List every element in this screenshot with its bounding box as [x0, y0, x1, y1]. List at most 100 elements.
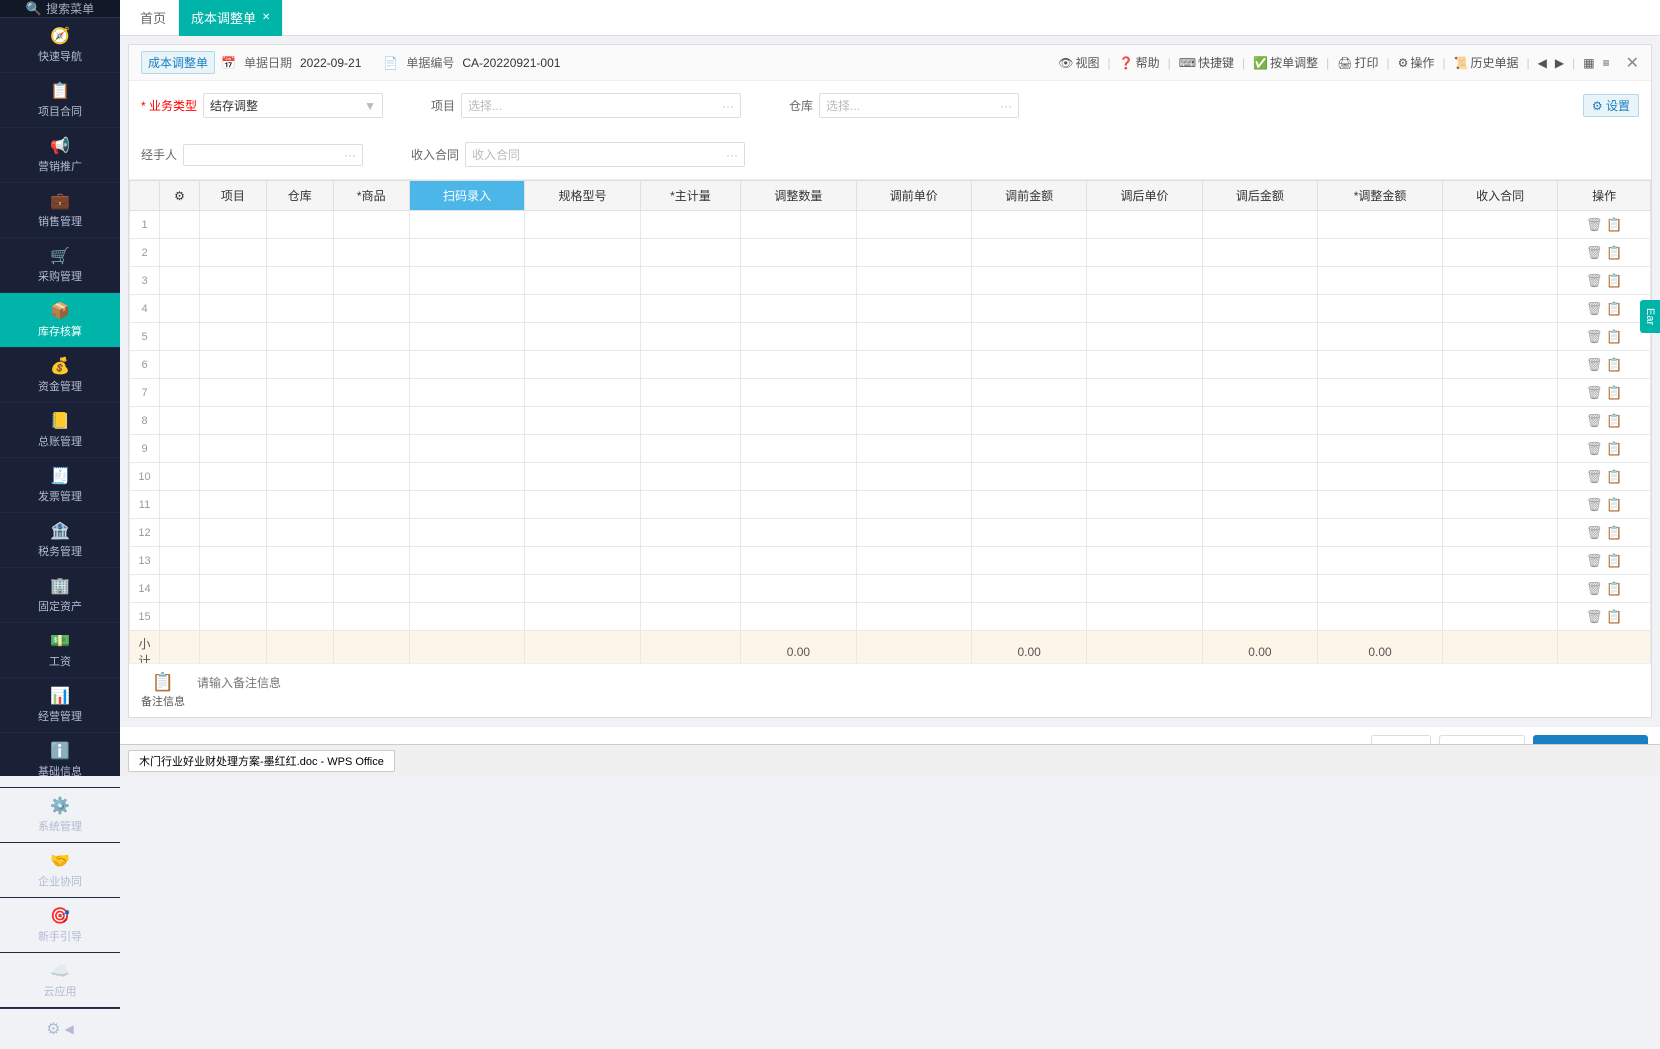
green-side-tab[interactable]: Ear — [1640, 300, 1660, 333]
cell-income-contract[interactable] — [1442, 547, 1557, 575]
cell-before-amount[interactable] — [971, 519, 1086, 547]
nav-prev-btn[interactable]: ◀ — [1538, 56, 1547, 70]
cell-spec-type[interactable] — [525, 575, 640, 603]
cell-adj-amount[interactable] — [1318, 547, 1443, 575]
cell-after-amount[interactable] — [1202, 351, 1317, 379]
cell-goods[interactable] — [333, 267, 409, 295]
cell-warehouse[interactable] — [266, 267, 333, 295]
cell-goods[interactable] — [333, 379, 409, 407]
cell-adj-qty[interactable] — [741, 295, 856, 323]
cell-after-amount[interactable] — [1202, 267, 1317, 295]
tab-home[interactable]: 首页 — [128, 0, 179, 36]
cell-adj-amount[interactable] — [1318, 379, 1443, 407]
cell-before-price[interactable] — [856, 547, 971, 575]
history-btn[interactable]: 📜 历史单据 — [1454, 54, 1519, 71]
cell-adj-amount[interactable] — [1318, 491, 1443, 519]
delete-icon[interactable]: 🗑 — [1586, 525, 1603, 541]
cell-before-amount[interactable] — [971, 295, 1086, 323]
cell-main-qty[interactable] — [640, 211, 741, 239]
cell-project[interactable] — [200, 463, 267, 491]
copy-icon[interactable]: 📋 — [1606, 581, 1622, 597]
cell-main-qty[interactable] — [640, 603, 741, 631]
cell-spec-type[interactable] — [525, 211, 640, 239]
sidebar-item-new-guide[interactable]: 🎯新手引导 — [0, 898, 120, 953]
cell-before-price[interactable] — [856, 491, 971, 519]
project-value[interactable]: 选择... ··· — [461, 93, 741, 118]
cell-goods[interactable] — [333, 575, 409, 603]
cell-project[interactable] — [200, 603, 267, 631]
copy-icon[interactable]: 📋 — [1606, 553, 1622, 569]
operation-btn[interactable]: ⚙ 操作 — [1398, 54, 1435, 71]
cell-after-amount[interactable] — [1202, 463, 1317, 491]
cell-adj-amount[interactable] — [1318, 463, 1443, 491]
cell-warehouse[interactable] — [266, 547, 333, 575]
delete-icon[interactable]: 🗑 — [1586, 301, 1603, 317]
cell-scan-input[interactable] — [409, 547, 524, 575]
tab-close-icon[interactable]: ✕ — [262, 12, 270, 23]
copy-icon[interactable]: 📋 — [1606, 525, 1622, 541]
cell-after-amount[interactable] — [1202, 295, 1317, 323]
cell-before-price[interactable] — [856, 323, 971, 351]
tab-cost-adjust[interactable]: 成本调整单 ✕ — [179, 0, 283, 36]
cell-warehouse[interactable] — [266, 239, 333, 267]
cell-before-amount[interactable] — [971, 379, 1086, 407]
cell-adj-qty[interactable] — [741, 407, 856, 435]
cell-warehouse[interactable] — [266, 519, 333, 547]
cell-scan-input[interactable] — [409, 267, 524, 295]
cell-scan-input[interactable] — [409, 575, 524, 603]
copy-icon[interactable]: 📋 — [1606, 273, 1622, 289]
cell-adj-amount[interactable] — [1318, 323, 1443, 351]
cell-project[interactable] — [200, 239, 267, 267]
cell-scan-input[interactable] — [409, 295, 524, 323]
cell-scan-input[interactable] — [409, 491, 524, 519]
cell-adj-qty[interactable] — [741, 463, 856, 491]
cell-adj-amount[interactable] — [1318, 211, 1443, 239]
cell-before-price[interactable] — [856, 519, 971, 547]
cell-adj-qty[interactable] — [741, 379, 856, 407]
sidebar-logo-label[interactable]: 搜索菜单 — [46, 0, 94, 17]
cell-warehouse[interactable] — [266, 295, 333, 323]
cell-after-price[interactable] — [1087, 211, 1202, 239]
cell-scan-input[interactable] — [409, 351, 524, 379]
cell-before-amount[interactable] — [971, 239, 1086, 267]
cell-project[interactable] — [200, 295, 267, 323]
grid-view-btn[interactable]: ▦ — [1583, 56, 1594, 70]
copy-icon[interactable]: 📋 — [1606, 497, 1622, 513]
cell-before-price[interactable] — [856, 295, 971, 323]
settings-bottom-btn[interactable]: ⚙ ◀ — [0, 1009, 120, 1049]
sidebar-item-finance-mgmt[interactable]: 💰资金管理 — [0, 348, 120, 403]
cell-after-amount[interactable] — [1202, 491, 1317, 519]
cell-settings[interactable] — [160, 267, 200, 295]
cell-before-amount[interactable] — [971, 547, 1086, 575]
cell-before-price[interactable] — [856, 407, 971, 435]
cell-adj-amount[interactable] — [1318, 407, 1443, 435]
cell-settings[interactable] — [160, 239, 200, 267]
cell-income-contract[interactable] — [1442, 295, 1557, 323]
delete-icon[interactable]: 🗑 — [1586, 497, 1603, 513]
cell-main-qty[interactable] — [640, 519, 741, 547]
cell-warehouse[interactable] — [266, 435, 333, 463]
cell-action[interactable]: 🗑📋 — [1558, 267, 1651, 295]
copy-icon[interactable]: 📋 — [1606, 301, 1622, 317]
cell-spec-type[interactable] — [525, 239, 640, 267]
business-type-value[interactable]: 结存调整 ▼ — [203, 93, 383, 118]
delete-icon[interactable]: 🗑 — [1586, 385, 1603, 401]
cell-project[interactable] — [200, 575, 267, 603]
delete-icon[interactable]: 🗑 — [1586, 469, 1603, 485]
cell-action[interactable]: 🗑📋 — [1558, 211, 1651, 239]
cell-adj-qty[interactable] — [741, 519, 856, 547]
cell-before-price[interactable] — [856, 351, 971, 379]
cell-after-amount[interactable] — [1202, 379, 1317, 407]
toggle-icon[interactable]: ◀ — [65, 1022, 74, 1036]
col-scan-input[interactable]: 扫码录入 — [409, 181, 524, 211]
cell-income-contract[interactable] — [1442, 351, 1557, 379]
cell-adj-amount[interactable] — [1318, 435, 1443, 463]
cell-after-amount[interactable] — [1202, 575, 1317, 603]
cell-settings[interactable] — [160, 351, 200, 379]
cell-adj-amount[interactable] — [1318, 239, 1443, 267]
cell-spec-type[interactable] — [525, 351, 640, 379]
cell-goods[interactable] — [333, 435, 409, 463]
copy-icon[interactable]: 📋 — [1606, 357, 1622, 373]
warehouse-value[interactable]: 选择... ··· — [819, 93, 1019, 118]
cell-action[interactable]: 🗑📋 — [1558, 435, 1651, 463]
